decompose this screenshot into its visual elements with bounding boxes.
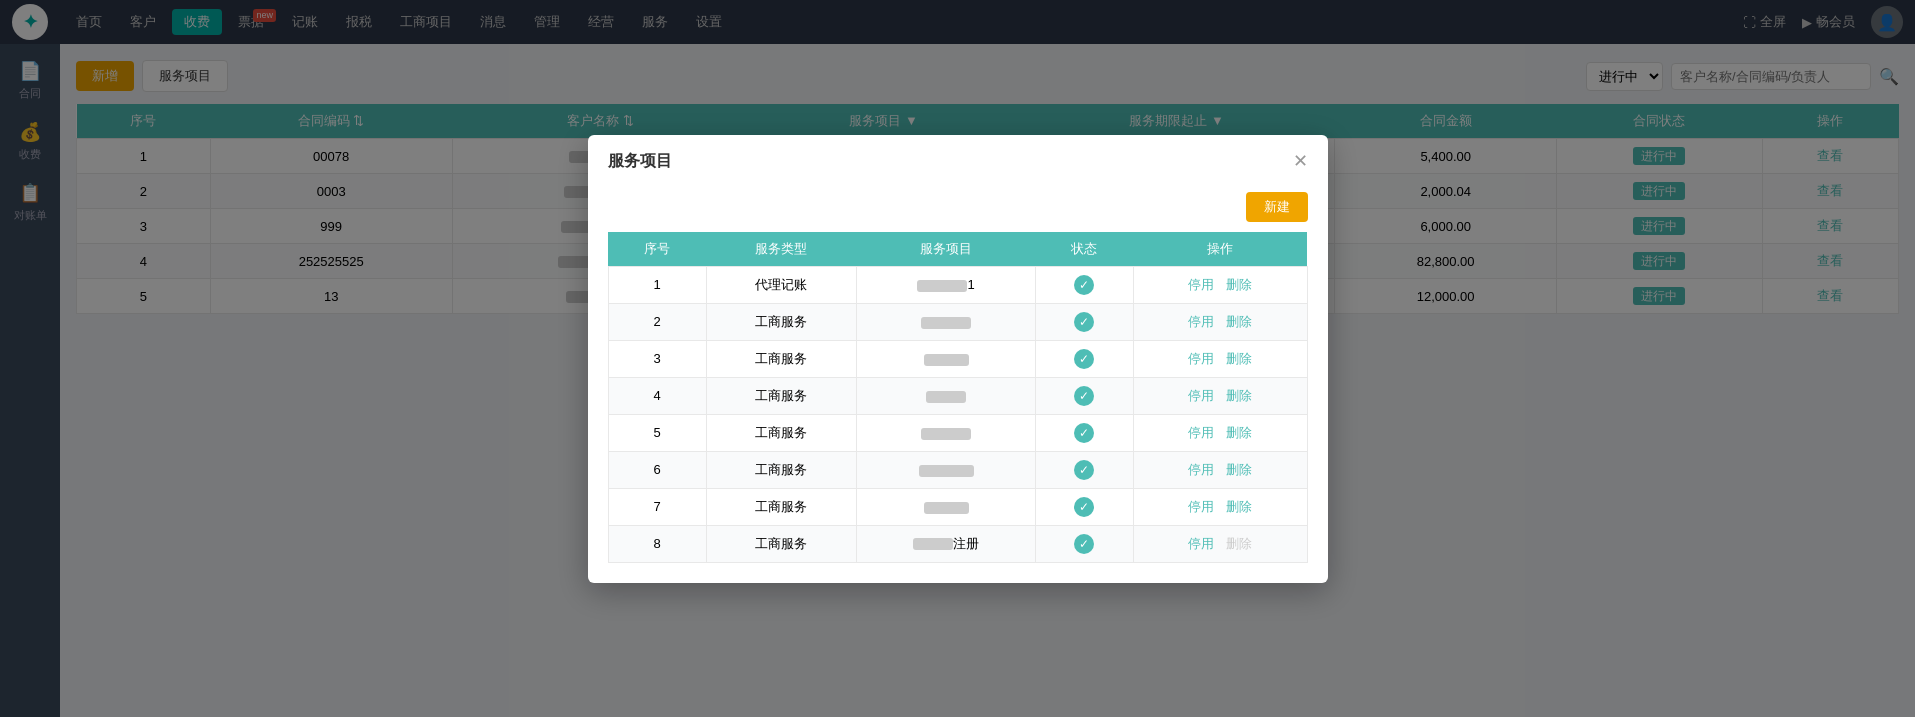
modal-table: 序号 服务类型 服务项目 状态 操作 1 代理记账 1 ✓ 停用 删除 2 工商… bbox=[608, 232, 1308, 563]
modal-cell-item bbox=[857, 414, 1035, 451]
modal-cell-item bbox=[857, 340, 1035, 377]
modal-col-index: 序号 bbox=[608, 232, 706, 267]
modal-table-row: 1 代理记账 1 ✓ 停用 删除 bbox=[608, 266, 1307, 303]
modal-cell-index: 1 bbox=[608, 266, 706, 303]
modal-cell-item: 注册 bbox=[857, 525, 1035, 562]
modal-cell-type: 工商服务 bbox=[706, 377, 857, 414]
status-check-icon: ✓ bbox=[1074, 423, 1094, 443]
status-check-icon: ✓ bbox=[1074, 460, 1094, 480]
modal-cell-status: ✓ bbox=[1035, 525, 1133, 562]
modal-overlay[interactable]: 服务项目 ✕ 新建 序号 服务类型 服务项目 状态 操作 1 bbox=[0, 0, 1915, 717]
delete-button[interactable]: 删除 bbox=[1226, 425, 1252, 440]
modal-cell-item bbox=[857, 303, 1035, 340]
modal-table-row: 6 工商服务 ✓ 停用 删除 bbox=[608, 451, 1307, 488]
modal-cell-status: ✓ bbox=[1035, 414, 1133, 451]
modal-cell-type: 工商服务 bbox=[706, 414, 857, 451]
status-check-icon: ✓ bbox=[1074, 312, 1094, 332]
modal-table-row: 5 工商服务 ✓ 停用 删除 bbox=[608, 414, 1307, 451]
stop-button[interactable]: 停用 bbox=[1188, 462, 1214, 477]
modal-cell-index: 8 bbox=[608, 525, 706, 562]
modal-cell-type: 工商服务 bbox=[706, 488, 857, 525]
delete-button[interactable]: 删除 bbox=[1226, 462, 1252, 477]
modal-cell-item: 1 bbox=[857, 266, 1035, 303]
delete-button[interactable]: 删除 bbox=[1226, 314, 1252, 329]
modal-header: 服务项目 ✕ bbox=[588, 135, 1328, 180]
delete-button[interactable]: 删除 bbox=[1226, 351, 1252, 366]
modal-cell-type: 代理记账 bbox=[706, 266, 857, 303]
modal-cell-action: 停用 删除 bbox=[1133, 525, 1307, 562]
stop-button[interactable]: 停用 bbox=[1188, 425, 1214, 440]
modal-cell-status: ✓ bbox=[1035, 488, 1133, 525]
modal-cell-item bbox=[857, 451, 1035, 488]
modal-cell-status: ✓ bbox=[1035, 451, 1133, 488]
modal-cell-type: 工商服务 bbox=[706, 525, 857, 562]
modal-title: 服务项目 bbox=[608, 151, 672, 172]
delete-button[interactable]: 删除 bbox=[1226, 499, 1252, 514]
stop-button[interactable]: 停用 bbox=[1188, 499, 1214, 514]
modal-table-row: 7 工商服务 ✓ 停用 删除 bbox=[608, 488, 1307, 525]
modal-cell-status: ✓ bbox=[1035, 377, 1133, 414]
modal-table-row: 4 工商服务 ✓ 停用 删除 bbox=[608, 377, 1307, 414]
stop-button[interactable]: 停用 bbox=[1188, 388, 1214, 403]
delete-button[interactable]: 删除 bbox=[1226, 388, 1252, 403]
modal-cell-action: 停用 删除 bbox=[1133, 451, 1307, 488]
modal-col-status: 状态 bbox=[1035, 232, 1133, 267]
modal-cell-action: 停用 删除 bbox=[1133, 377, 1307, 414]
modal-cell-status: ✓ bbox=[1035, 340, 1133, 377]
modal-table-row: 3 工商服务 ✓ 停用 删除 bbox=[608, 340, 1307, 377]
status-check-icon: ✓ bbox=[1074, 349, 1094, 369]
modal-cell-type: 工商服务 bbox=[706, 303, 857, 340]
status-check-icon: ✓ bbox=[1074, 275, 1094, 295]
stop-button[interactable]: 停用 bbox=[1188, 314, 1214, 329]
modal-cell-index: 6 bbox=[608, 451, 706, 488]
modal-cell-index: 3 bbox=[608, 340, 706, 377]
stop-button[interactable]: 停用 bbox=[1188, 536, 1214, 551]
modal-cell-action: 停用 删除 bbox=[1133, 266, 1307, 303]
modal-close-button[interactable]: ✕ bbox=[1293, 152, 1308, 170]
modal-cell-type: 工商服务 bbox=[706, 340, 857, 377]
modal-cell-item bbox=[857, 377, 1035, 414]
delete-button[interactable]: 删除 bbox=[1226, 536, 1252, 551]
status-check-icon: ✓ bbox=[1074, 497, 1094, 517]
modal-toolbar: 新建 bbox=[608, 192, 1308, 222]
delete-button[interactable]: 删除 bbox=[1226, 277, 1252, 292]
modal-col-item: 服务项目 bbox=[857, 232, 1035, 267]
status-check-icon: ✓ bbox=[1074, 534, 1094, 554]
stop-button[interactable]: 停用 bbox=[1188, 351, 1214, 366]
modal-cell-index: 7 bbox=[608, 488, 706, 525]
modal-cell-index: 5 bbox=[608, 414, 706, 451]
stop-button[interactable]: 停用 bbox=[1188, 277, 1214, 292]
modal-cell-index: 2 bbox=[608, 303, 706, 340]
modal-body: 新建 序号 服务类型 服务项目 状态 操作 1 代理记账 1 ✓ bbox=[588, 180, 1328, 583]
modal-table-row: 2 工商服务 ✓ 停用 删除 bbox=[608, 303, 1307, 340]
modal-col-type: 服务类型 bbox=[706, 232, 857, 267]
modal-cell-action: 停用 删除 bbox=[1133, 303, 1307, 340]
service-modal: 服务项目 ✕ 新建 序号 服务类型 服务项目 状态 操作 1 bbox=[588, 135, 1328, 583]
modal-cell-index: 4 bbox=[608, 377, 706, 414]
modal-cell-status: ✓ bbox=[1035, 303, 1133, 340]
modal-col-action: 操作 bbox=[1133, 232, 1307, 267]
status-check-icon: ✓ bbox=[1074, 386, 1094, 406]
modal-table-row: 8 工商服务 注册 ✓ 停用 删除 bbox=[608, 525, 1307, 562]
modal-cell-action: 停用 删除 bbox=[1133, 414, 1307, 451]
modal-cell-action: 停用 删除 bbox=[1133, 488, 1307, 525]
modal-cell-item bbox=[857, 488, 1035, 525]
modal-cell-action: 停用 删除 bbox=[1133, 340, 1307, 377]
modal-cell-status: ✓ bbox=[1035, 266, 1133, 303]
modal-cell-type: 工商服务 bbox=[706, 451, 857, 488]
modal-new-button[interactable]: 新建 bbox=[1246, 192, 1308, 222]
